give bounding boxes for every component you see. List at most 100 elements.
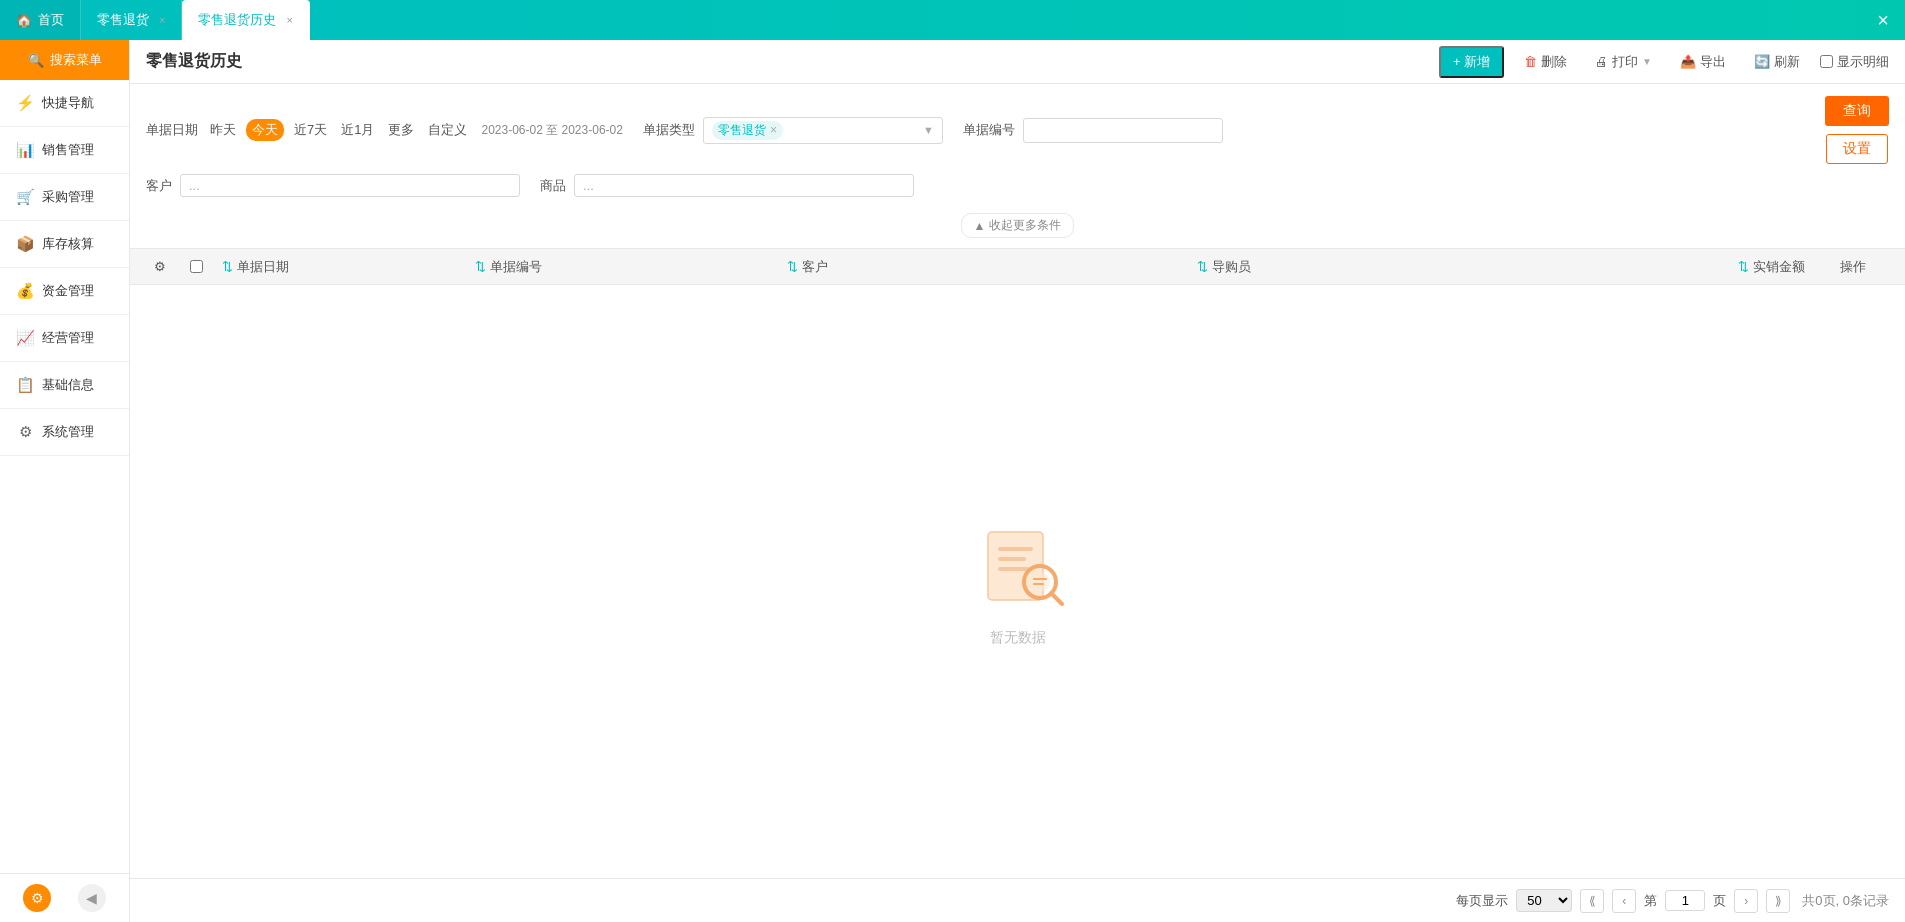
table-col-amount[interactable]: ⇅ 实销金额: [1600, 258, 1813, 276]
pagination: 每页显示 50 10 20 100 ⟪ ‹ 第 页 › ⟫ 共0页, 0条记录: [130, 878, 1905, 922]
tab-bar: 🏠 首页 零售退货 × 零售退货历史 ×: [0, 0, 1877, 40]
sidebar-item-system[interactable]: ⚙ 系统管理: [0, 409, 129, 456]
sidebar-item-system-label: 系统管理: [42, 423, 94, 441]
voucher-type-remove[interactable]: ×: [770, 123, 777, 137]
goods-filter: 商品 ...: [540, 174, 914, 197]
date-btn-yesterday[interactable]: 昨天: [206, 119, 240, 141]
refresh-button[interactable]: 🔄 刷新: [1746, 49, 1808, 75]
date-btn-7days[interactable]: 近7天: [290, 119, 331, 141]
collapse-label: 收起更多条件: [989, 217, 1061, 234]
per-page-select[interactable]: 50 10 20 100: [1516, 889, 1572, 912]
table-header: ⚙ ⇅ 单据日期 ⇅ 单据编号 ⇅ 客户: [130, 249, 1905, 285]
query-button[interactable]: 查询: [1825, 96, 1889, 126]
print-button[interactable]: 🖨 打印 ▼: [1587, 49, 1660, 75]
show-details-label: 显示明细: [1837, 53, 1889, 71]
collapse-button[interactable]: ▲ 收起更多条件: [961, 213, 1075, 238]
operations-icon: 📈: [16, 329, 34, 347]
query-btn-group: 查询 设置: [1825, 96, 1889, 164]
sidebar-search-btn[interactable]: 🔍 搜索菜单: [0, 40, 129, 80]
empty-text: 暂无数据: [990, 629, 1046, 647]
collapse-icon: ▲: [974, 219, 986, 233]
table-area: ⚙ ⇅ 单据日期 ⇅ 单据编号 ⇅ 客户: [130, 249, 1905, 878]
sidebar: 🔍 搜索菜单 ⚡ 快捷导航 📊 销售管理 🛒 采购管理 📦 库: [0, 40, 130, 922]
refresh-label: 刷新: [1774, 53, 1800, 71]
collapse-bar: ▲ 收起更多条件: [146, 207, 1889, 248]
table-col-checkbox[interactable]: [178, 260, 214, 273]
page-prev-btn[interactable]: ‹: [1612, 889, 1636, 913]
tab-return-label: 零售退货: [97, 11, 149, 29]
set-button[interactable]: 设置: [1826, 134, 1888, 164]
customer-select[interactable]: ...: [180, 174, 520, 197]
goods-select[interactable]: ...: [574, 174, 914, 197]
inventory-icon: 📦: [16, 235, 34, 253]
sort-number-icon: ⇅: [475, 259, 486, 274]
page-title: 零售退货历史: [146, 51, 242, 72]
new-button[interactable]: + 新增: [1439, 46, 1504, 78]
show-details-input[interactable]: [1820, 55, 1833, 68]
voucher-type-label: 单据类型: [643, 121, 695, 139]
empty-state: 暂无数据: [130, 285, 1905, 878]
goods-placeholder: ...: [583, 178, 594, 193]
page-next-btn[interactable]: ›: [1734, 889, 1758, 913]
sidebar-item-purchase-label: 采购管理: [42, 188, 94, 206]
date-filter-label: 单据日期: [146, 121, 198, 139]
top-bar: 🏠 首页 零售退货 × 零售退货历史 × ×: [0, 0, 1905, 40]
basicinfo-icon: 📋: [16, 376, 34, 394]
date-btn-custom[interactable]: 自定义: [424, 119, 471, 141]
tab-return-history[interactable]: 零售退货历史 ×: [182, 0, 309, 40]
page-unit: 页: [1713, 892, 1726, 910]
empty-illustration: [968, 517, 1068, 617]
collapse-sidebar-btn[interactable]: ◀: [78, 884, 106, 912]
export-button[interactable]: 📤 导出: [1672, 49, 1734, 75]
table-col-amount-label: 实销金额: [1753, 258, 1805, 276]
voucher-type-select[interactable]: 零售退货 × ▼: [703, 117, 943, 144]
delete-button[interactable]: 🗑 删除: [1516, 49, 1575, 75]
table-col-number[interactable]: ⇅ 单据编号: [467, 258, 779, 276]
show-details-checkbox[interactable]: 显示明细: [1820, 53, 1889, 71]
table-col-guide[interactable]: ⇅ 导购员: [1189, 258, 1402, 276]
tab-home[interactable]: 🏠 首页: [0, 0, 81, 40]
page-actions: + 新增 🗑 删除 🖨 打印 ▼ 📤 导出 🔄: [1439, 46, 1889, 78]
table-col-customer[interactable]: ⇅ 客户: [779, 258, 1190, 276]
voucher-number-input[interactable]: [1023, 118, 1223, 143]
sidebar-item-sales-label: 销售管理: [42, 141, 94, 159]
customer-filter: 客户 ...: [146, 174, 520, 197]
content-area: 零售退货历史 + 新增 🗑 删除 🖨 打印 ▼ 📤 导出: [130, 40, 1905, 922]
export-label: 导出: [1700, 53, 1726, 71]
page-last-btn[interactable]: ⟫: [1766, 889, 1790, 913]
system-icon: ⚙: [16, 423, 34, 441]
sidebar-item-quicknav[interactable]: ⚡ 快捷导航: [0, 80, 129, 127]
date-btn-more[interactable]: 更多: [384, 119, 418, 141]
tab-return[interactable]: 零售退货 ×: [81, 0, 182, 40]
date-filter-group: 单据日期 昨天 今天 近7天 近1月 更多 自定义 2023-06-02 至 2…: [146, 119, 623, 141]
sidebar-item-inventory[interactable]: 📦 库存核算: [0, 221, 129, 268]
sidebar-item-basicinfo[interactable]: 📋 基础信息: [0, 362, 129, 409]
sidebar-item-purchase[interactable]: 🛒 采购管理: [0, 174, 129, 221]
date-btn-today[interactable]: 今天: [246, 119, 284, 141]
sidebar-bottom: ⚙ ◀: [0, 873, 129, 922]
svg-point-5: [1030, 572, 1050, 592]
table-col-settings[interactable]: ⚙: [142, 259, 178, 274]
sidebar-item-sales[interactable]: 📊 销售管理: [0, 127, 129, 174]
page-first-btn[interactable]: ⟪: [1580, 889, 1604, 913]
table-col-date[interactable]: ⇅ 单据日期: [214, 258, 467, 276]
sidebar-item-operations[interactable]: 📈 经营管理: [0, 315, 129, 362]
table-col-ops-label: 操作: [1840, 258, 1866, 276]
settings-btn[interactable]: ⚙: [23, 884, 51, 912]
svg-rect-3: [998, 567, 1030, 571]
settings-icon[interactable]: ⚙: [154, 259, 166, 274]
quicknav-icon: ⚡: [16, 94, 34, 112]
topbar-close-btn[interactable]: ×: [1877, 9, 1905, 32]
tab-return-history-close[interactable]: ×: [286, 14, 292, 26]
tab-return-history-label: 零售退货历史: [198, 11, 276, 29]
sort-amount-icon: ⇅: [1738, 259, 1749, 274]
tab-return-close[interactable]: ×: [159, 14, 165, 26]
voucher-type-filter: 单据类型 零售退货 × ▼: [643, 117, 943, 144]
table-col-ops: 操作: [1813, 258, 1893, 276]
sort-guide-icon: ⇅: [1197, 259, 1208, 274]
sidebar-item-finance[interactable]: 💰 资金管理: [0, 268, 129, 315]
select-all-checkbox[interactable]: [190, 260, 203, 273]
page-label: 第: [1644, 892, 1657, 910]
date-btn-1month[interactable]: 近1月: [337, 119, 378, 141]
page-input[interactable]: [1665, 890, 1705, 911]
